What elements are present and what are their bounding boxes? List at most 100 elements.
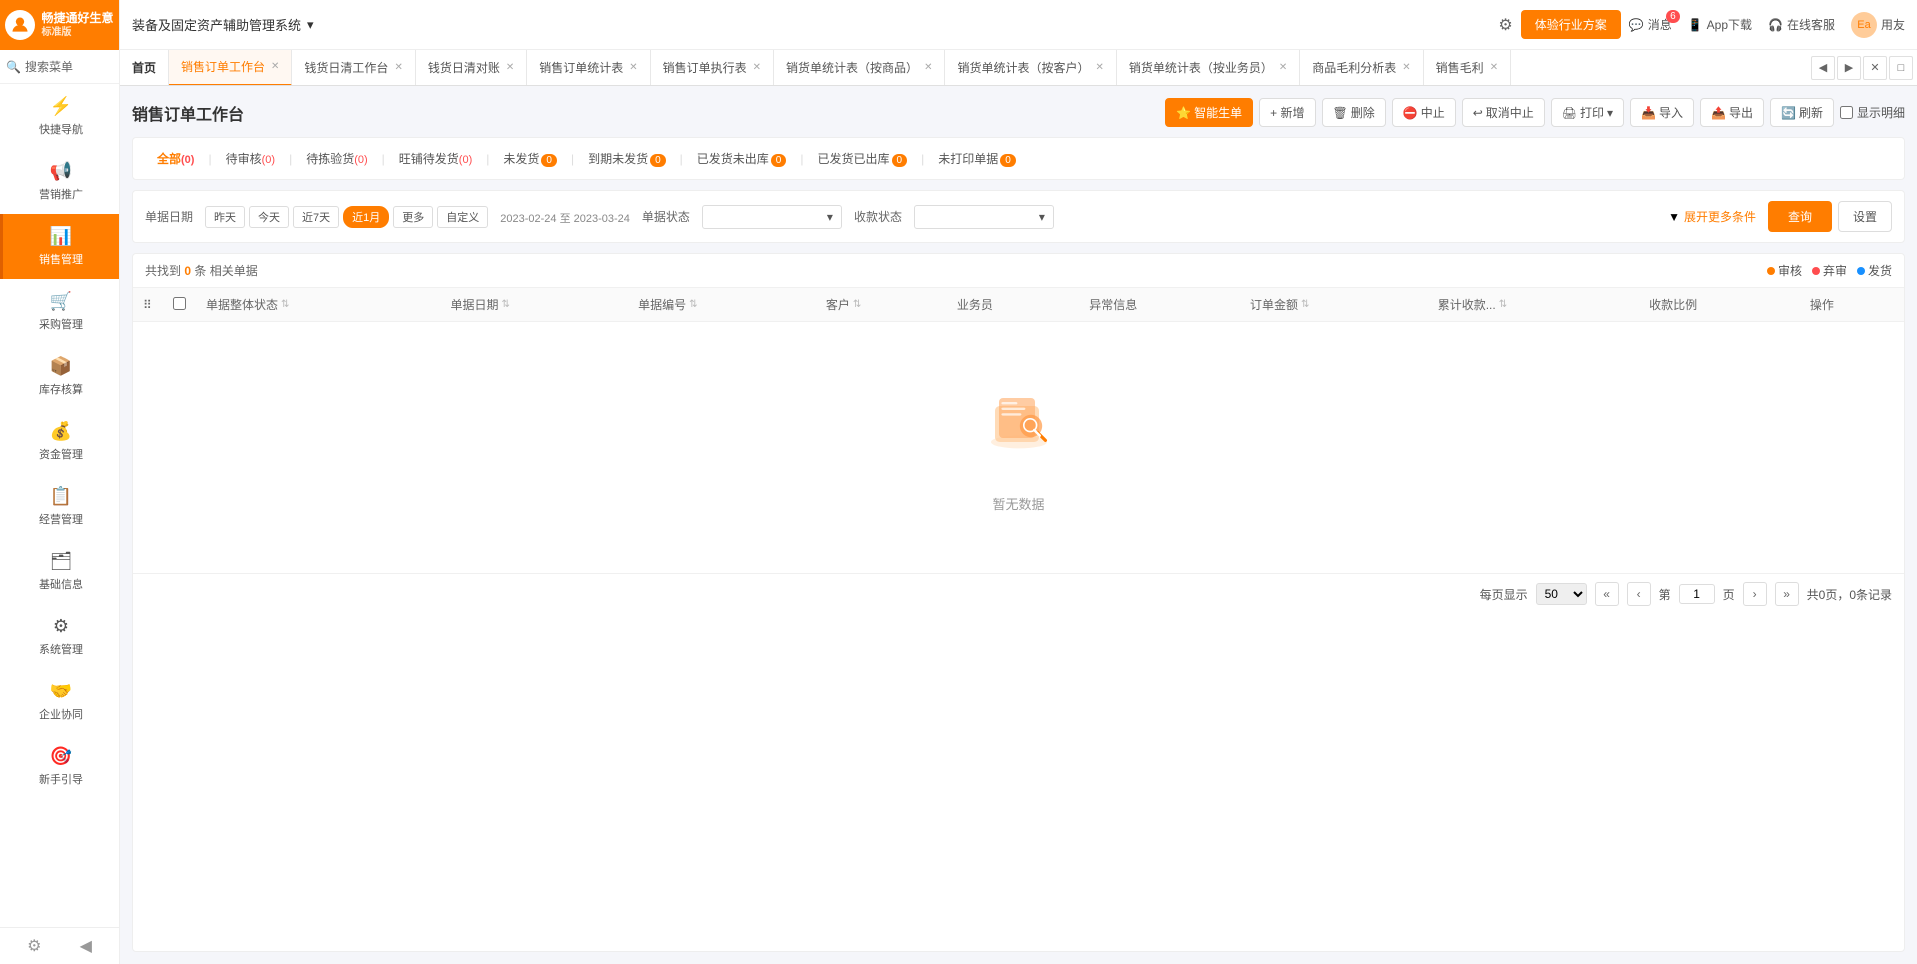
sidebar-item-system[interactable]: ⚙ 系统管理 xyxy=(0,604,119,669)
nav-icon-guide: 🎯 xyxy=(50,746,72,767)
page-size-select[interactable]: 50 10 20 100 xyxy=(1536,583,1587,605)
unreview-btn[interactable]: 弃审 xyxy=(1812,262,1847,279)
online-service[interactable]: 🎧 在线客服 xyxy=(1768,16,1835,33)
payment-select[interactable]: ▾ xyxy=(914,205,1054,229)
select-all-checkbox[interactable] xyxy=(173,297,186,310)
sub-tab-not-shipped[interactable]: 未发货0 xyxy=(491,146,569,171)
import-label: 导入 xyxy=(1659,104,1683,121)
sub-tab-shipped-not-out[interactable]: 已发货未出库0 xyxy=(685,146,799,171)
sub-tab-pending-check[interactable]: 待拣验货(0) xyxy=(294,146,379,171)
tab-close-sales-exec[interactable]: ✕ xyxy=(753,62,761,73)
settings-icon[interactable]: ⚙ xyxy=(27,936,41,956)
sidebar-item-operations[interactable]: 📋 经营管理 xyxy=(0,474,119,539)
sidebar-item-finance[interactable]: 💰 资金管理 xyxy=(0,409,119,474)
last-page-btn[interactable]: » xyxy=(1775,582,1799,606)
message-item[interactable]: 💬 6 消息 xyxy=(1629,16,1672,33)
sidebar-item-inventory[interactable]: 📦 库存核算 xyxy=(0,344,119,409)
th-status[interactable]: 单据整体状态⇅ xyxy=(196,288,440,322)
tab-sales-workbench[interactable]: 销售订单工作台✕ xyxy=(169,50,292,86)
tab-sales-staff-stat[interactable]: 销货单统计表（按业务员）✕ xyxy=(1117,50,1300,86)
tab-close-cash-reconcile[interactable]: ✕ xyxy=(506,62,514,73)
page-input[interactable] xyxy=(1679,584,1715,604)
th-date[interactable]: 单据日期⇅ xyxy=(440,288,628,322)
tab-close-sales-customer-stat[interactable]: ✕ xyxy=(1095,62,1103,73)
sidebar-item-guide[interactable]: 🎯 新手引导 xyxy=(0,734,119,799)
tab-close-cash-daily[interactable]: ✕ xyxy=(394,62,402,73)
tab-cash-reconcile[interactable]: 钱货日清对账✕ xyxy=(416,50,527,86)
th-customer[interactable]: 客户⇅ xyxy=(816,288,947,322)
tab-product-margin[interactable]: 商品毛利分析表✕ xyxy=(1300,50,1423,86)
dropdown-arrow[interactable]: ▾ xyxy=(307,17,314,33)
sub-tab-not-printed[interactable]: 未打印单据0 xyxy=(926,146,1028,171)
user-area[interactable]: Ea 用友 xyxy=(1851,12,1905,38)
solution-button[interactable]: 体验行业方案 xyxy=(1521,10,1621,39)
date-yesterday[interactable]: 昨天 xyxy=(205,206,245,228)
smart-create-btn[interactable]: ⭐ 智能生单 xyxy=(1165,98,1253,127)
sub-tab-overdue-not-shipped[interactable]: 到期未发货0 xyxy=(576,146,678,171)
date-custom[interactable]: 自定义 xyxy=(437,206,488,228)
tab-sales-exec[interactable]: 销售订单执行表✕ xyxy=(651,50,774,86)
sidebar-item-enterprise[interactable]: 🤝 企业协同 xyxy=(0,669,119,734)
date-more[interactable]: 更多 xyxy=(393,206,433,228)
search-menu[interactable]: 🔍 搜索菜单 xyxy=(0,50,119,84)
next-page-btn[interactable]: › xyxy=(1743,582,1767,606)
tab-close-product-margin[interactable]: ✕ xyxy=(1402,62,1410,73)
date-1month[interactable]: 近1月 xyxy=(343,206,389,228)
add-btn[interactable]: + 新增 xyxy=(1259,98,1315,127)
delete-btn[interactable]: 🗑 删除 xyxy=(1322,98,1386,127)
tab-close-sales-stat[interactable]: ✕ xyxy=(629,62,637,73)
sub-tab-shipped-out[interactable]: 已发货已出库0 xyxy=(805,146,919,171)
th-number[interactable]: 单据编号⇅ xyxy=(628,288,816,322)
refresh-btn[interactable]: 🔄 刷新 xyxy=(1770,98,1834,127)
collapse-icon[interactable]: ◀ xyxy=(80,936,92,956)
stop-btn[interactable]: ⛔ 中止 xyxy=(1392,98,1456,127)
tab-sales-revenue[interactable]: 销售毛利✕ xyxy=(1424,50,1511,86)
tab-close-all-btn[interactable]: ✕ xyxy=(1863,56,1887,80)
set-btn[interactable]: 设置 xyxy=(1838,201,1892,232)
tab-close-sales-revenue[interactable]: ✕ xyxy=(1490,62,1498,73)
ship-btn[interactable]: 发货 xyxy=(1857,262,1892,279)
user-avatar: Ea xyxy=(1851,12,1877,38)
tab-next-btn[interactable]: ▶ xyxy=(1837,56,1861,80)
sub-tab-pending-review[interactable]: 待审核(0) xyxy=(214,146,287,171)
tab-close-sales-workbench[interactable]: ✕ xyxy=(271,61,279,72)
topbar-settings-icon[interactable]: ⚙ xyxy=(1498,15,1512,35)
sidebar-item-marketing[interactable]: 📢 营销推广 xyxy=(0,149,119,214)
show-detail-toggle[interactable]: 显示明细 xyxy=(1840,104,1905,121)
cancel-stop-btn[interactable]: ↩ 取消中止 xyxy=(1462,98,1545,127)
sidebar-item-basic-info[interactable]: 🗂 基础信息 xyxy=(0,539,119,604)
sub-tab-wangpu-pending[interactable]: 旺铺待发货(0) xyxy=(387,146,484,171)
export-btn[interactable]: 📤 导出 xyxy=(1700,98,1764,127)
first-page-btn[interactable]: « xyxy=(1595,582,1619,606)
sidebar-item-sales[interactable]: 📊 销售管理 xyxy=(0,214,119,279)
th-checkbox[interactable] xyxy=(163,288,196,322)
review-btn[interactable]: 审核 xyxy=(1767,262,1802,279)
tab-sales-stat[interactable]: 销售订单统计表✕ xyxy=(527,50,650,86)
date-today[interactable]: 今天 xyxy=(249,206,289,228)
tab-expand-btn[interactable]: □ xyxy=(1889,56,1913,80)
sub-tab-all[interactable]: 全部(0) xyxy=(145,146,206,171)
refresh-label: 刷新 xyxy=(1799,104,1823,121)
prev-page-btn[interactable]: ‹ xyxy=(1627,582,1651,606)
table-quick-actions: 审核 弃审 发货 xyxy=(1767,262,1892,279)
th-collected[interactable]: 累计收款...⇅ xyxy=(1428,288,1639,322)
tab-sales-customer-stat[interactable]: 销货单统计表（按客户）✕ xyxy=(945,50,1116,86)
tab-close-sales-product-stat[interactable]: ✕ xyxy=(924,62,932,73)
tab-close-sales-staff-stat[interactable]: ✕ xyxy=(1279,62,1287,73)
tab-home[interactable]: 首页 xyxy=(120,50,169,86)
tab-prev-btn[interactable]: ◀ xyxy=(1811,56,1835,80)
th-abnormal: 异常信息 xyxy=(1079,288,1240,322)
show-detail-checkbox[interactable] xyxy=(1840,106,1853,119)
sidebar-item-quick-nav[interactable]: ⚡ 快捷导航 xyxy=(0,84,119,149)
tab-sales-product-stat[interactable]: 销货单统计表（按商品）✕ xyxy=(774,50,945,86)
sidebar-item-purchase[interactable]: 🛒 采购管理 xyxy=(0,279,119,344)
th-amount[interactable]: 订单金额⇅ xyxy=(1240,288,1428,322)
app-download[interactable]: 📱 App下载 xyxy=(1688,16,1752,33)
query-btn[interactable]: 查询 xyxy=(1768,201,1832,232)
status-select[interactable]: ▾ xyxy=(702,205,842,229)
print-btn[interactable]: 🖨 打印 ▾ xyxy=(1551,98,1624,127)
date-7days[interactable]: 近7天 xyxy=(293,206,339,228)
tab-cash-daily[interactable]: 钱货日清工作台✕ xyxy=(292,50,415,86)
import-btn[interactable]: 📥 导入 xyxy=(1630,98,1694,127)
expand-conditions[interactable]: ▼ 展开更多条件 xyxy=(1668,208,1756,225)
